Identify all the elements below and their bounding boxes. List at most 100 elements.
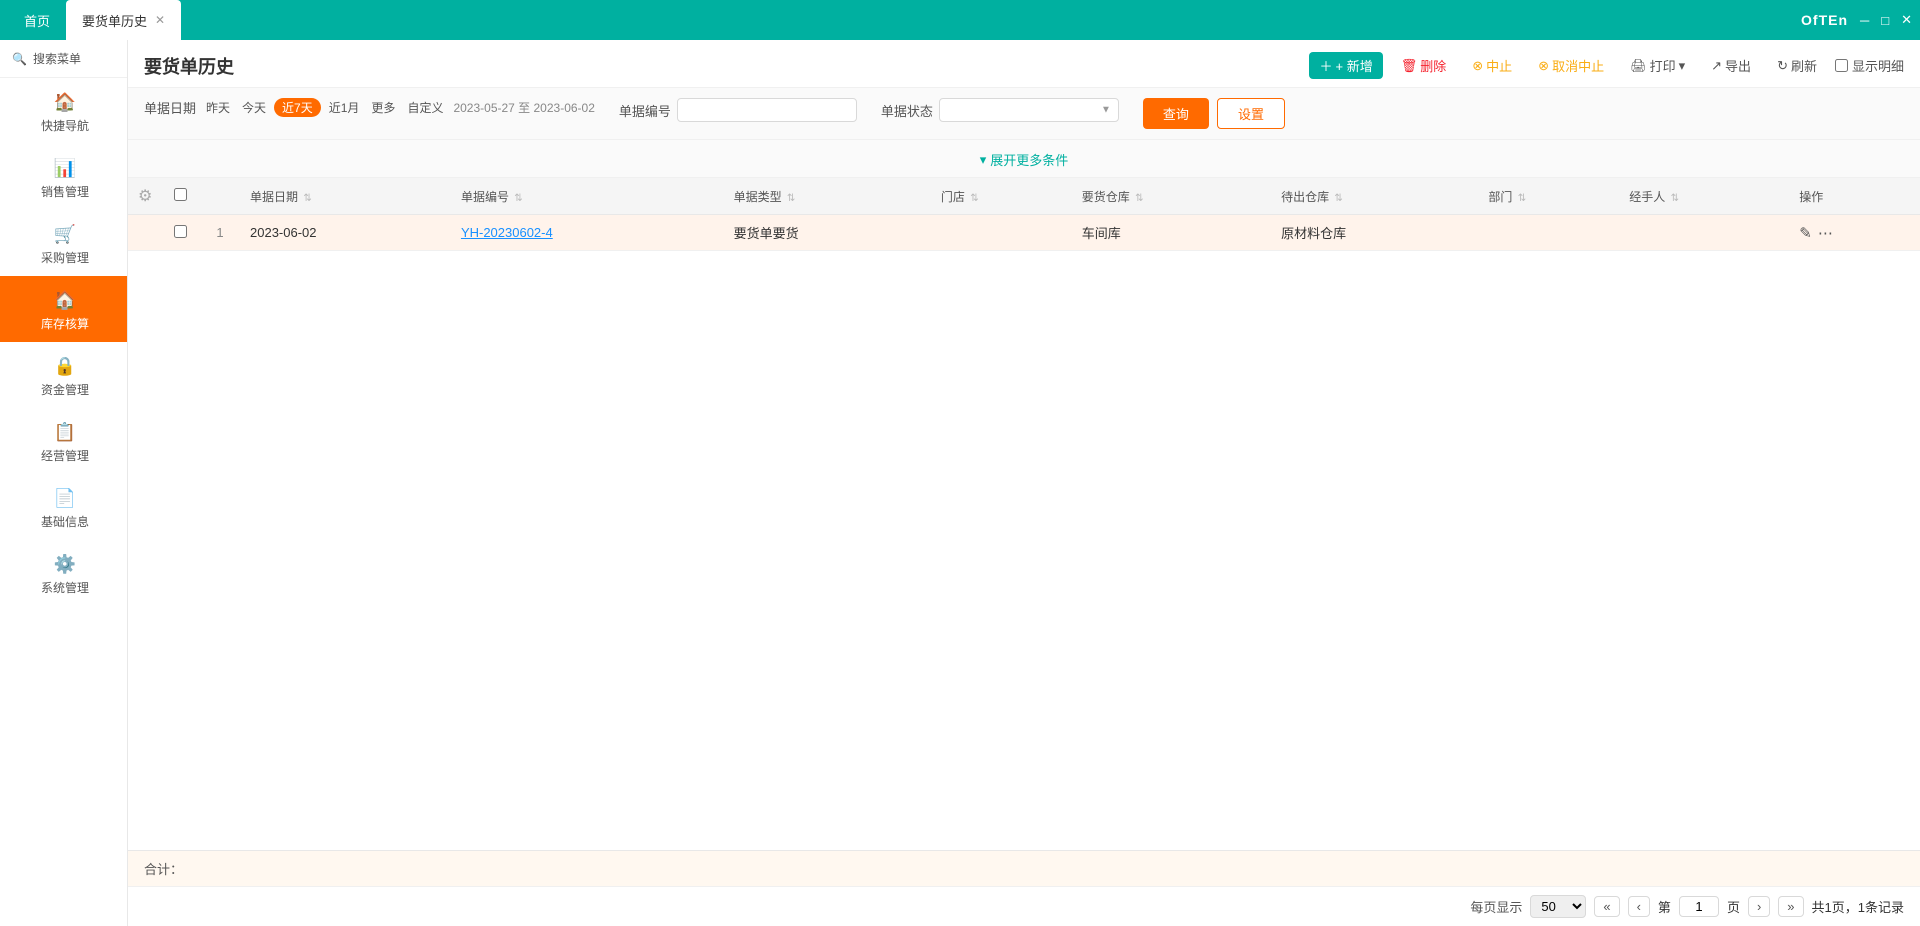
th-handler: 经手人 ⇅ bbox=[1619, 178, 1789, 215]
th-store: 门店 ⇅ bbox=[931, 178, 1072, 215]
th-pending-warehouse-sort[interactable]: ⇅ bbox=[1334, 193, 1342, 204]
chevron-down-icon: ▾ bbox=[980, 152, 987, 168]
filter-status-select[interactable] bbox=[939, 98, 1119, 122]
page-input[interactable] bbox=[1679, 896, 1719, 917]
table-footer: 合计： bbox=[128, 850, 1920, 886]
filter-expand-row: ▾ 展开更多条件 bbox=[128, 140, 1920, 178]
filter-status-label: 单据状态 bbox=[881, 101, 933, 120]
new-button-label: + 新增 bbox=[1335, 56, 1372, 75]
filter-date-range: 2023-05-27 至 2023-06-02 bbox=[453, 99, 594, 116]
sidebar-item-finance[interactable]: 🔒 资金管理 bbox=[0, 342, 127, 408]
th-doc-no-sort[interactable]: ⇅ bbox=[514, 193, 522, 204]
th-doc-no-label: 单据编号 bbox=[461, 190, 509, 204]
display-detail-toggle[interactable]: 显示明细 bbox=[1835, 56, 1904, 75]
table-settings-icon[interactable]: ⚙ bbox=[138, 188, 152, 205]
filter-docno-group: 单据编号 bbox=[619, 98, 857, 122]
sidebar: 🔍 搜索菜单 🏠 快捷导航 📊 销售管理 🛒 采购管理 🏠 库存核算 🔒 资金管… bbox=[0, 40, 128, 926]
td-checkbox bbox=[164, 215, 200, 251]
basic-info-icon: 📄 bbox=[54, 488, 76, 509]
th-doc-type-sort[interactable]: ⇅ bbox=[787, 193, 795, 204]
cancel-stop-label: 取消中止 bbox=[1552, 56, 1604, 75]
export-icon: ↗ bbox=[1711, 58, 1722, 74]
date-btn-yesterday[interactable]: 昨天 bbox=[202, 98, 234, 117]
date-btn-more[interactable]: 更多 bbox=[367, 98, 399, 117]
th-handler-sort[interactable]: ⇅ bbox=[1671, 193, 1679, 204]
sidebar-search[interactable]: 🔍 搜索菜单 bbox=[0, 40, 127, 78]
next-page-btn[interactable]: › bbox=[1748, 896, 1770, 917]
finance-icon: 🔒 bbox=[54, 356, 76, 377]
sidebar-item-sales[interactable]: 📊 销售管理 bbox=[0, 144, 127, 210]
window-minimize-btn[interactable]: ─ bbox=[1860, 13, 1869, 28]
date-btn-1month[interactable]: 近1月 bbox=[325, 98, 364, 117]
date-btn-today[interactable]: 今天 bbox=[238, 98, 270, 117]
cancel-stop-button[interactable]: ⊗ 取消中止 bbox=[1530, 52, 1612, 79]
tab-home[interactable]: 首页 bbox=[8, 0, 66, 40]
date-btn-7days[interactable]: 近7天 bbox=[274, 98, 321, 117]
sidebar-item-purchase[interactable]: 🛒 采购管理 bbox=[0, 210, 127, 276]
td-req-warehouse: 车间库 bbox=[1072, 215, 1271, 251]
refresh-label: 刷新 bbox=[1791, 56, 1817, 75]
filter-status-group: 单据状态 bbox=[881, 98, 1119, 122]
th-action-label: 操作 bbox=[1799, 190, 1823, 204]
footer-total-label: 合计： bbox=[144, 862, 183, 877]
td-action: ✎ ⋯ bbox=[1789, 215, 1920, 251]
edit-icon[interactable]: ✎ bbox=[1799, 224, 1812, 242]
th-req-warehouse-sort[interactable]: ⇅ bbox=[1135, 193, 1143, 204]
table-row: 1 2023-06-02 YH-20230602-4 要货单要货 车间库 原材料… bbox=[128, 215, 1920, 251]
sidebar-item-basic-info[interactable]: 📄 基础信息 bbox=[0, 474, 127, 540]
sidebar-item-system-label: 系统管理 bbox=[41, 579, 89, 596]
th-settings: ⚙ bbox=[128, 178, 164, 215]
refresh-button[interactable]: ↻ 刷新 bbox=[1769, 52, 1825, 79]
th-action: 操作 bbox=[1789, 178, 1920, 215]
page-total-info: 共1页，1条记录 bbox=[1812, 897, 1904, 916]
requisition-table: ⚙ 单据日期 ⇅ 单据编号 bbox=[128, 178, 1920, 251]
query-button[interactable]: 查询 bbox=[1143, 98, 1209, 129]
per-page-select[interactable]: 50 100 bbox=[1530, 895, 1586, 918]
pagination: 每页显示 50 100 « ‹ 第 页 › » 共1页，1条记录 bbox=[128, 886, 1920, 926]
filter-date-group: 单据日期 昨天 今天 近7天 近1月 更多 自定义 2023-05-27 至 2… bbox=[144, 98, 595, 117]
th-store-sort[interactable]: ⇅ bbox=[970, 193, 978, 204]
display-detail-checkbox[interactable] bbox=[1835, 59, 1848, 72]
sidebar-item-system[interactable]: ⚙️ 系统管理 bbox=[0, 540, 127, 606]
setting-button[interactable]: 设置 bbox=[1217, 98, 1285, 129]
th-department-sort[interactable]: ⇅ bbox=[1518, 193, 1526, 204]
doc-no-link[interactable]: YH-20230602-4 bbox=[461, 225, 553, 240]
stop-icon: ⊗ bbox=[1472, 58, 1483, 74]
td-date: 2023-06-02 bbox=[240, 215, 451, 251]
window-maximize-btn[interactable]: □ bbox=[1881, 13, 1889, 28]
expand-more-btn[interactable]: ▾ 展开更多条件 bbox=[980, 150, 1069, 169]
th-pending-warehouse: 待出仓库 ⇅ bbox=[1271, 178, 1478, 215]
sidebar-item-inventory[interactable]: 🏠 库存核算 bbox=[0, 276, 127, 342]
system-icon: ⚙️ bbox=[54, 554, 76, 575]
tab-requisition-history[interactable]: 要货单历史 ✕ bbox=[66, 0, 181, 40]
date-btn-custom[interactable]: 自定义 bbox=[403, 98, 447, 117]
more-icon[interactable]: ⋯ bbox=[1818, 224, 1833, 242]
export-button[interactable]: ↗ 导出 bbox=[1703, 52, 1759, 79]
row-checkbox[interactable] bbox=[174, 225, 187, 238]
delete-button[interactable]: 🗑 删除 bbox=[1393, 52, 1455, 79]
sidebar-item-quick-nav[interactable]: 🏠 快捷导航 bbox=[0, 78, 127, 144]
tab-close-icon[interactable]: ✕ bbox=[155, 13, 165, 27]
print-button[interactable]: 🖨 打印 ▾ bbox=[1622, 52, 1693, 79]
th-date-label: 单据日期 bbox=[250, 190, 298, 204]
first-page-btn[interactable]: « bbox=[1594, 896, 1619, 917]
td-settings bbox=[128, 215, 164, 251]
th-date-sort[interactable]: ⇅ bbox=[303, 193, 311, 204]
prev-page-btn[interactable]: ‹ bbox=[1628, 896, 1650, 917]
select-all-checkbox[interactable] bbox=[174, 188, 187, 201]
expand-more-label: 展开更多条件 bbox=[990, 150, 1068, 169]
sidebar-item-operations[interactable]: 📋 经营管理 bbox=[0, 408, 127, 474]
stop-button[interactable]: ⊗ 中止 bbox=[1464, 52, 1520, 79]
content-area: 要货单历史 ＋ + 新增 🗑 删除 ⊗ 中止 ⊗ bbox=[128, 40, 1920, 926]
filter-docno-input[interactable] bbox=[677, 98, 857, 122]
th-doc-type-label: 单据类型 bbox=[734, 190, 782, 204]
filter-bar: 单据日期 昨天 今天 近7天 近1月 更多 自定义 2023-05-27 至 2… bbox=[128, 88, 1920, 140]
new-button[interactable]: ＋ + 新增 bbox=[1309, 52, 1382, 79]
page-header: 要货单历史 ＋ + 新增 🗑 删除 ⊗ 中止 ⊗ bbox=[128, 40, 1920, 88]
last-page-btn[interactable]: » bbox=[1778, 896, 1803, 917]
display-detail-label: 显示明细 bbox=[1852, 56, 1904, 75]
th-date: 单据日期 ⇅ bbox=[240, 178, 451, 215]
refresh-icon: ↻ bbox=[1777, 58, 1788, 74]
sidebar-item-basic-info-label: 基础信息 bbox=[41, 513, 89, 530]
window-close-btn[interactable]: ✕ bbox=[1901, 12, 1912, 28]
